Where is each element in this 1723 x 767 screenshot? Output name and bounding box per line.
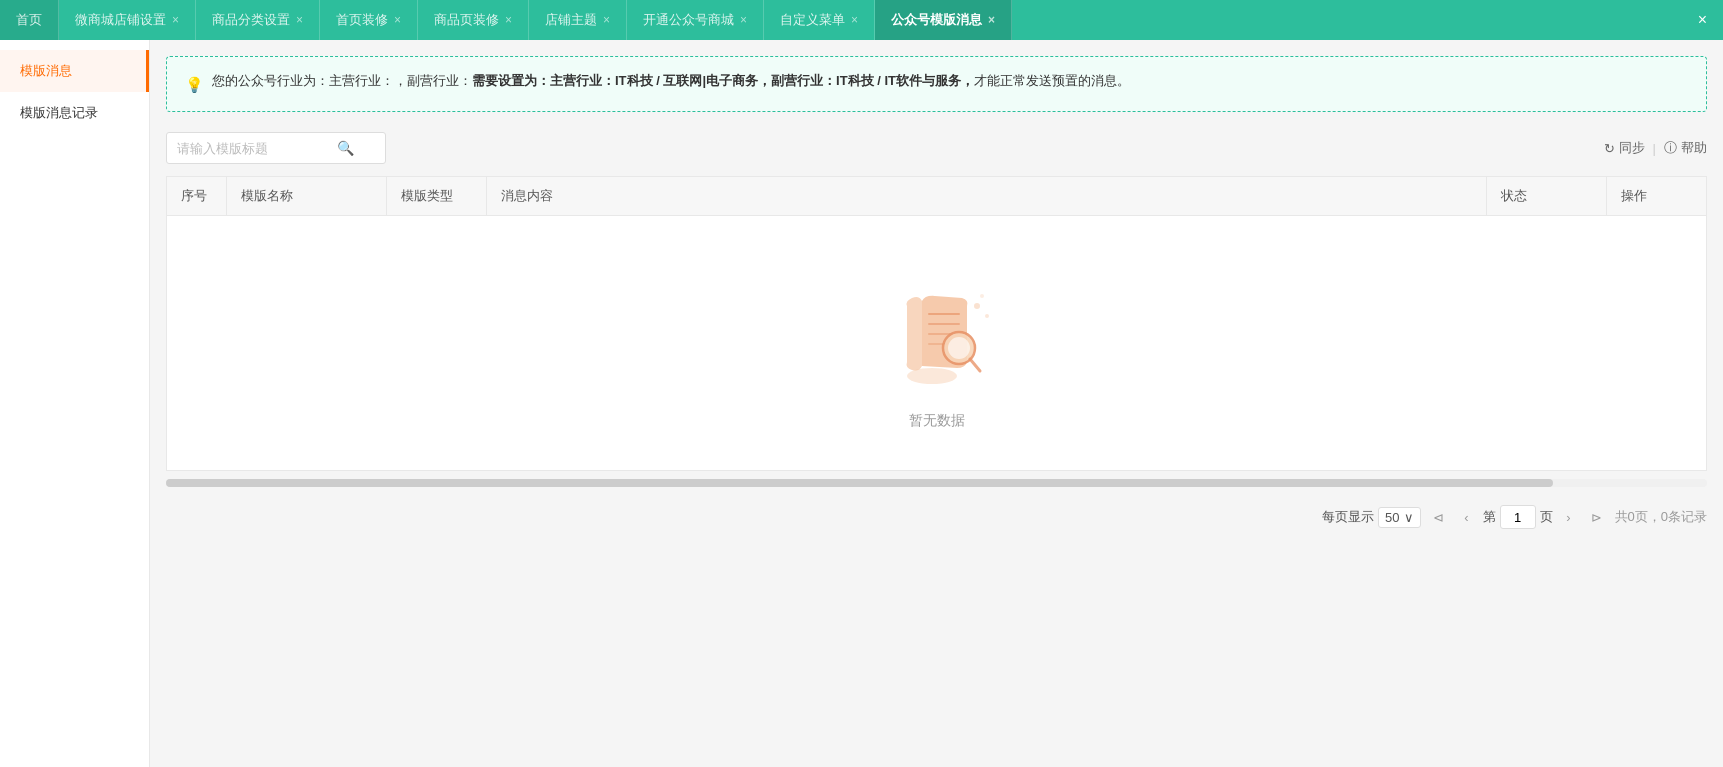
svg-point-8 (974, 303, 980, 309)
tab-item-6[interactable]: 开通公众号商城× (627, 0, 764, 40)
page-size-dropdown[interactable]: 50 ∨ (1378, 507, 1420, 528)
page-unit: 页 (1540, 508, 1553, 526)
total-info: 共0页，0条记录 (1615, 508, 1707, 526)
page-nav: ⊲ ‹ 第 页 › ⊳ (1427, 505, 1609, 529)
tab-item-2[interactable]: 商品分类设置× (196, 0, 320, 40)
tab-close-5[interactable]: × (603, 13, 610, 27)
content-area: 💡 您的公众号行业为：主营行业：，副营行业：需要设置为：主营行业：IT科技 / … (150, 40, 1723, 767)
data-table: 序号模版名称模版类型消息内容状态操作 (166, 176, 1707, 471)
search-icon[interactable]: 🔍 (337, 140, 354, 156)
page-size-value: 50 (1385, 510, 1399, 525)
search-input[interactable] (177, 141, 337, 156)
page-prev-button[interactable]: ‹ (1455, 505, 1479, 529)
tab-bar: 首页微商城店铺设置×商品分类设置×首页装修×商品页装修×店铺主题×开通公众号商城… (0, 0, 1723, 40)
svg-point-9 (985, 314, 989, 318)
help-button[interactable]: ⓘ 帮助 (1664, 139, 1707, 157)
table-col-4: 状态 (1487, 177, 1607, 216)
table-col-1: 模版名称 (227, 177, 387, 216)
sidebar-item-1[interactable]: 模版消息记录 (0, 92, 149, 134)
page-size-label: 每页显示 (1322, 508, 1374, 526)
page-next-button[interactable]: › (1557, 505, 1581, 529)
table-header-row: 序号模版名称模版类型消息内容状态操作 (167, 177, 1707, 216)
empty-text: 暂无数据 (909, 412, 965, 430)
page-label: 第 (1483, 508, 1496, 526)
sync-label: 同步 (1619, 139, 1645, 157)
notice-text: 您的公众号行业为：主营行业：，副营行业：需要设置为：主营行业：IT科技 / 互联… (212, 71, 1130, 92)
main-layout: 模版消息模版消息记录 💡 您的公众号行业为：主营行业：，副营行业：需要设置为：主… (0, 40, 1723, 767)
bulb-icon: 💡 (185, 73, 204, 97)
search-input-wrap[interactable]: 🔍 (166, 132, 386, 164)
help-label: 帮助 (1681, 139, 1707, 157)
scrollbar-area[interactable] (166, 479, 1707, 487)
tab-close-2[interactable]: × (296, 13, 303, 27)
page-size-select: 每页显示 50 ∨ (1322, 507, 1420, 528)
sidebar: 模版消息模版消息记录 (0, 40, 150, 767)
table-col-5: 操作 (1607, 177, 1707, 216)
pagination: 每页显示 50 ∨ ⊲ ‹ 第 页 › ⊳ 共0页，0条记录 (166, 495, 1707, 533)
table-col-3: 消息内容 (487, 177, 1487, 216)
page-last-button[interactable]: ⊳ (1585, 505, 1609, 529)
empty-illustration (877, 276, 997, 396)
svg-point-6 (948, 337, 970, 359)
chevron-down-icon: ∨ (1404, 510, 1414, 525)
notice-box: 💡 您的公众号行业为：主营行业：，副营行业：需要设置为：主营行业：IT科技 / … (166, 56, 1707, 112)
empty-state: 暂无数据 (167, 216, 1706, 470)
scrollbar-thumb (166, 479, 1553, 487)
sync-icon: ↻ (1604, 141, 1615, 156)
tab-close-8[interactable]: × (988, 13, 995, 27)
empty-state-row: 暂无数据 (167, 216, 1707, 471)
search-bar: 🔍 ↻ 同步 | ⓘ 帮助 (166, 132, 1707, 164)
table-col-2: 模版类型 (387, 177, 487, 216)
page-first-button[interactable]: ⊲ (1427, 505, 1451, 529)
toolbar-right: ↻ 同步 | ⓘ 帮助 (1604, 139, 1707, 157)
sync-button[interactable]: ↻ 同步 (1604, 139, 1645, 157)
tab-item-7[interactable]: 自定义菜单× (764, 0, 875, 40)
tab-item-0[interactable]: 首页 (0, 0, 59, 40)
tab-item-1[interactable]: 微商城店铺设置× (59, 0, 196, 40)
sidebar-item-0[interactable]: 模版消息 (0, 50, 149, 92)
help-icon: ⓘ (1664, 139, 1677, 157)
svg-point-10 (980, 294, 984, 298)
tab-item-4[interactable]: 商品页装修× (418, 0, 529, 40)
tab-close-all[interactable]: × (1682, 11, 1723, 29)
tab-item-8[interactable]: 公众号模版消息× (875, 0, 1012, 40)
page-input[interactable] (1500, 505, 1536, 529)
tab-item-5[interactable]: 店铺主题× (529, 0, 627, 40)
tab-close-6[interactable]: × (740, 13, 747, 27)
tab-item-3[interactable]: 首页装修× (320, 0, 418, 40)
svg-line-7 (970, 359, 980, 371)
tab-close-3[interactable]: × (394, 13, 401, 27)
toolbar-divider: | (1653, 141, 1656, 156)
tab-close-1[interactable]: × (172, 13, 179, 27)
table-col-0: 序号 (167, 177, 227, 216)
tab-close-7[interactable]: × (851, 13, 858, 27)
tab-close-4[interactable]: × (505, 13, 512, 27)
